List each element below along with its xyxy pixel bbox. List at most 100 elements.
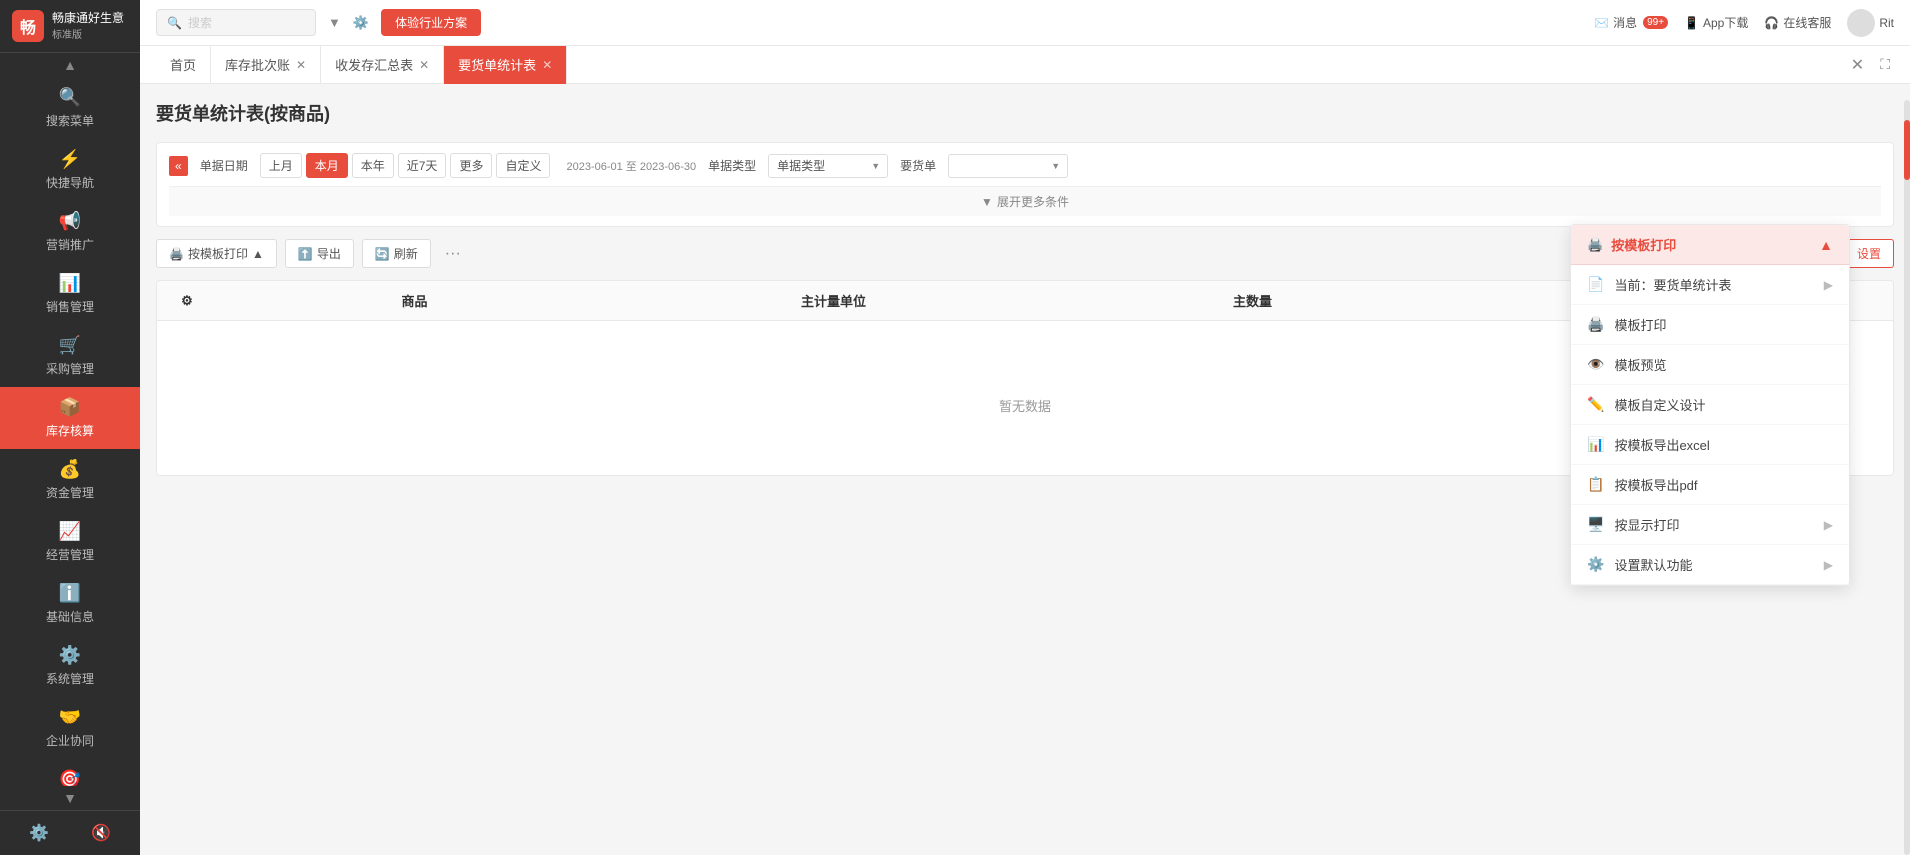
system-nav-icon: ⚙️ (59, 645, 81, 666)
filter-expand-btn[interactable]: « (169, 156, 188, 176)
date-more-btn[interactable]: 更多 (450, 153, 492, 178)
app-download-btn[interactable]: 📱 App下载 (1684, 14, 1748, 31)
order-status-label: 要货单 (900, 157, 936, 174)
search-placeholder-text: 搜索 (188, 14, 212, 31)
basic-nav-icon: ℹ️ (59, 583, 81, 604)
scrollbar-thumb[interactable] (1904, 120, 1910, 180)
sidebar-logo: 畅 畅康通好生意 标准版 (0, 0, 140, 53)
sidebar-item-operation[interactable]: 📈 经营管理 (0, 511, 140, 573)
sidebar-item-label: 营销推广 (46, 236, 94, 253)
col-settings[interactable]: ⚙ (169, 293, 205, 309)
doc-type-select[interactable]: 单据类型 (768, 154, 888, 178)
search-topbar-icon: 🔍 (167, 16, 182, 30)
page-title: 要货单统计表(按商品) (156, 100, 1894, 126)
tab-home[interactable]: 首页 (156, 46, 211, 84)
close-all-tabs-btn[interactable]: ✕ (1847, 51, 1868, 79)
col-goods: 商品 (205, 291, 624, 310)
sidebar-item-shortcut[interactable]: ⚡ 快捷导航 (0, 139, 140, 201)
more-actions-btn[interactable]: ··· (439, 241, 467, 267)
filter-row: « 单据日期 上月 本月 本年 近7天 更多 自定义 2023-06-01 至 … (169, 153, 1881, 178)
topbar-settings-icon[interactable]: ⚙️ (353, 15, 369, 31)
topbar-search-box[interactable]: 🔍 搜索 (156, 9, 316, 36)
expand-more-conditions-btn[interactable]: ▼ 展开更多条件 (169, 186, 1881, 216)
tab-inventory-batch-close[interactable]: ✕ (296, 58, 306, 72)
app-logo-icon: 畅 (12, 10, 44, 42)
sidebar-item-label: 系统管理 (46, 670, 94, 687)
dropdown-item-template-print[interactable]: 🖨️ 模板打印 (1571, 305, 1849, 345)
template-print-icon: 🖨️ (1587, 316, 1604, 333)
sidebar-item-label: 库存核算 (46, 422, 94, 439)
settings-footer-icon[interactable]: ⚙️ (25, 819, 53, 847)
sidebar-item-basic[interactable]: ℹ️ 基础信息 (0, 573, 140, 635)
tab-order-stats-label: 要货单统计表 (458, 55, 536, 74)
tab-receipt-summary-label: 收发存汇总表 (335, 55, 413, 74)
topbar-chevron-icon[interactable]: ▼ (328, 15, 341, 30)
sidebar-scroll-down[interactable]: ▼ (0, 786, 140, 810)
doc-type-select-wrap: 单据类型 (768, 154, 888, 178)
sidebar-item-system[interactable]: ⚙️ 系统管理 (0, 635, 140, 697)
chevron-down-icon: ▼ (981, 195, 993, 209)
order-status-select[interactable] (948, 154, 1068, 178)
mute-footer-icon[interactable]: 🔇 (87, 819, 115, 847)
tab-inventory-batch[interactable]: 库存批次账 ✕ (211, 46, 321, 84)
experience-btn[interactable]: 体验行业方案 (381, 9, 481, 36)
export-btn[interactable]: ⬆️ 导出 (285, 239, 354, 268)
tab-inventory-batch-label: 库存批次账 (225, 55, 290, 74)
expand-more-label: 展开更多条件 (997, 193, 1069, 210)
marketing-nav-icon: 📢 (59, 211, 81, 232)
template-preview-label: 模板预览 (1614, 355, 1666, 374)
sidebar-item-sales[interactable]: 📊 销售管理 (0, 263, 140, 325)
date-this-month-btn[interactable]: 本月 (306, 153, 348, 178)
tab-order-stats[interactable]: 要货单统计表 ✕ (444, 46, 567, 84)
tab-order-stats-close[interactable]: ✕ (542, 58, 552, 72)
display-print-icon: 🖥️ (1587, 516, 1604, 533)
sidebar-item-purchase[interactable]: 🛒 采购管理 (0, 325, 140, 387)
tab-receipt-summary-close[interactable]: ✕ (419, 58, 429, 72)
sidebar-nav: 🔍 搜索菜单 ⚡ 快捷导航 📢 营销推广 📊 销售管理 🛒 采购管理 📦 库存核… (0, 77, 140, 786)
messages-btn[interactable]: ✉️ 消息 99+ (1594, 14, 1668, 31)
dropdown-item-template-custom[interactable]: ✏️ 模板自定义设计 (1571, 385, 1849, 425)
page-content: 要货单统计表(按商品) « 单据日期 上月 本月 本年 近7天 更多 自定义 2… (140, 84, 1910, 855)
dropdown-item-default-func[interactable]: ⚙️ 设置默认功能 ▶ (1571, 545, 1849, 585)
col-quantity: 主数量 (1043, 291, 1462, 310)
sidebar-item-inventory[interactable]: 📦 库存核算 (0, 387, 140, 449)
online-service-btn[interactable]: 🎧 在线客服 (1764, 14, 1831, 31)
right-scrollbar[interactable] (1904, 100, 1910, 855)
sidebar-item-marketing[interactable]: 📢 营销推广 (0, 201, 140, 263)
app-download-icon: 📱 (1684, 16, 1699, 30)
cooperation-nav-icon: 🤝 (59, 707, 81, 728)
date-buttons: 上月 本月 本年 近7天 更多 自定义 (260, 153, 551, 178)
topbar: 🔍 搜索 ▼ ⚙️ 体验行业方案 ✉️ 消息 99+ 📱 App下载 🎧 在线客… (140, 0, 1910, 46)
settings-btn[interactable]: 设置 (1844, 239, 1894, 268)
print-dropdown-close-btn[interactable]: ▲ (1819, 237, 1833, 253)
sidebar-scroll-up[interactable]: ▲ (0, 53, 140, 77)
tab-receipt-summary[interactable]: 收发存汇总表 ✕ (321, 46, 444, 84)
date-last-month-btn[interactable]: 上月 (260, 153, 302, 178)
dropdown-item-current[interactable]: 📄 当前：要货单统计表 ▶ (1571, 265, 1849, 305)
expand-tabs-btn[interactable]: ⛶ (1876, 52, 1894, 77)
sidebar-item-search[interactable]: 🔍 搜索菜单 (0, 77, 140, 139)
operation-nav-icon: 📈 (59, 521, 81, 542)
dropdown-item-current-left: 📄 当前：要货单统计表 (1587, 275, 1731, 294)
print-template-btn[interactable]: 🖨️ 按模板打印 ▲ (156, 239, 277, 268)
user-avatar[interactable]: Rit (1847, 9, 1894, 37)
date-custom-btn[interactable]: 自定义 (496, 153, 550, 178)
date-7days-btn[interactable]: 近7天 (398, 153, 447, 178)
tabbar-right: ✕ ⛶ (1847, 51, 1894, 79)
dropdown-item-export-excel[interactable]: 📊 按模板导出excel (1571, 425, 1849, 465)
export-pdf-label: 按模板导出pdf (1614, 475, 1697, 494)
template-preview-icon: 👁️ (1587, 356, 1604, 373)
dropdown-item-display-print[interactable]: 🖥️ 按显示打印 ▶ (1571, 505, 1849, 545)
sidebar-item-finance[interactable]: 💰 资金管理 (0, 449, 140, 511)
sidebar-item-cooperation[interactable]: 🤝 企业协同 (0, 697, 140, 759)
finance-nav-icon: 💰 (59, 459, 81, 480)
message-icon: ✉️ (1594, 16, 1609, 30)
sidebar-item-guide[interactable]: 🎯 新手引导 (0, 759, 140, 786)
refresh-btn[interactable]: 🔄 刷新 (362, 239, 431, 268)
dropdown-item-export-pdf[interactable]: 📋 按模板导出pdf (1571, 465, 1849, 505)
date-this-year-btn[interactable]: 本年 (352, 153, 394, 178)
sidebar-item-label: 经营管理 (46, 546, 94, 563)
export-excel-label: 按模板导出excel (1614, 435, 1709, 454)
dropdown-item-template-preview[interactable]: 👁️ 模板预览 (1571, 345, 1849, 385)
display-print-label: 按显示打印 (1614, 515, 1679, 534)
